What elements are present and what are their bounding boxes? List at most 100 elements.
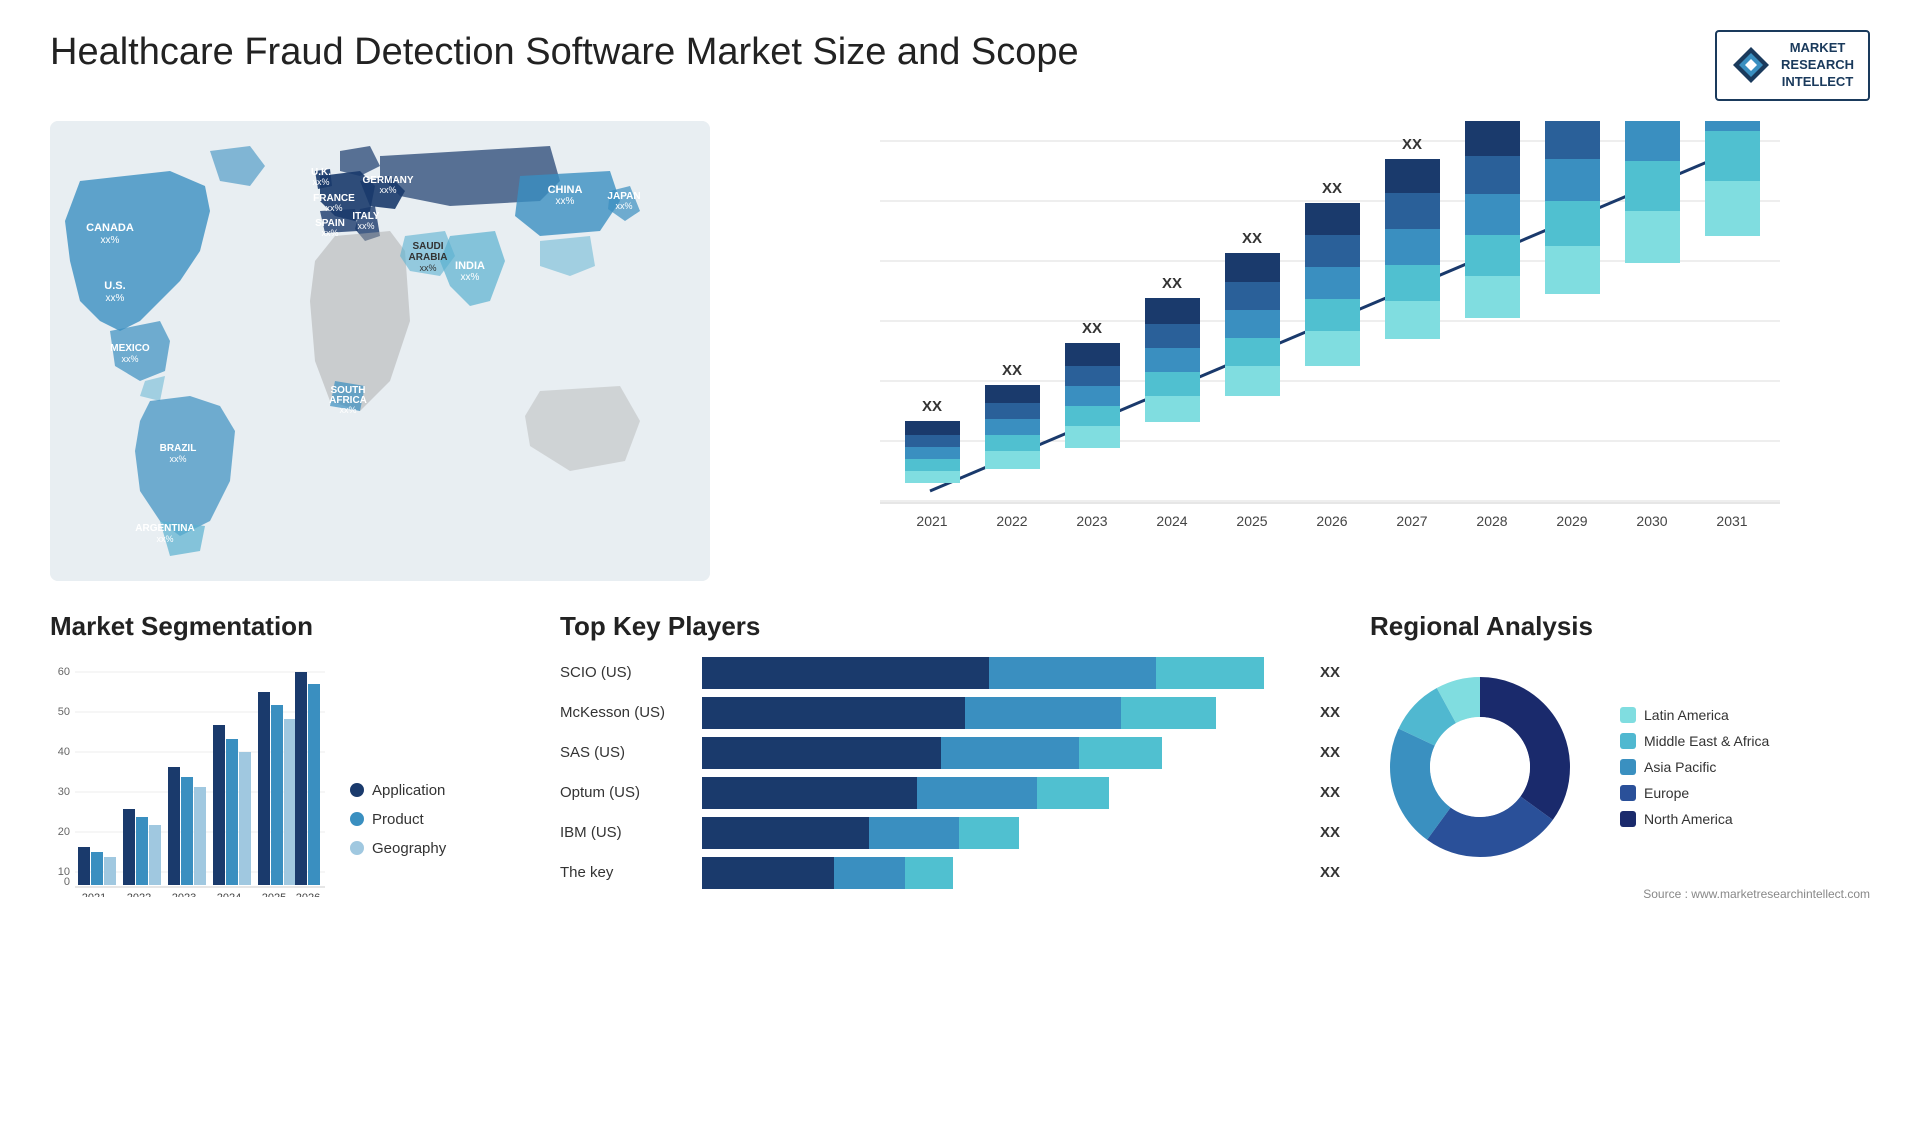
world-map-svg: CANADA xx% U.S. xx% MEXICO xx% BRAZIL xx… (50, 121, 710, 581)
svg-text:CANADA: CANADA (86, 222, 134, 234)
svg-text:2026: 2026 (296, 892, 320, 897)
legend-dot-application (350, 783, 364, 797)
player-bar-mckesson (702, 697, 1300, 729)
svg-text:2027: 2027 (1396, 513, 1427, 529)
svg-text:ARGENTINA: ARGENTINA (135, 523, 194, 534)
regional-color-na (1620, 811, 1636, 827)
svg-text:xx%: xx% (357, 221, 374, 231)
player-bar-thekey (702, 857, 1300, 889)
regional-legend-mea: Middle East & Africa (1620, 733, 1769, 749)
regional-color-asia (1620, 759, 1636, 775)
svg-text:xx%: xx% (101, 235, 120, 246)
svg-text:INDIA: INDIA (455, 260, 485, 272)
legend-label-product: Product (372, 811, 424, 828)
svg-text:2028: 2028 (1476, 513, 1507, 529)
regional-legend-europe: Europe (1620, 785, 1769, 801)
svg-text:2025: 2025 (262, 892, 286, 897)
svg-text:2024: 2024 (217, 892, 241, 897)
map-section: CANADA xx% U.S. xx% MEXICO xx% BRAZIL xx… (50, 121, 710, 591)
svg-text:CHINA: CHINA (548, 184, 583, 196)
legend-item-application: Application (350, 782, 446, 799)
header: Healthcare Fraud Detection Software Mark… (50, 30, 1870, 101)
regional-color-latin (1620, 707, 1636, 723)
regional-label-latin: Latin America (1644, 707, 1729, 723)
svg-text:30: 30 (58, 786, 70, 798)
regional-label-na: North America (1644, 811, 1733, 827)
svg-text:MEXICO: MEXICO (110, 343, 150, 354)
svg-text:XX: XX (1242, 230, 1262, 247)
map-container: CANADA xx% U.S. xx% MEXICO xx% BRAZIL xx… (50, 121, 710, 581)
players-title: Top Key Players (560, 611, 1340, 642)
player-name-ibm: IBM (US) (560, 824, 690, 841)
regional-label-europe: Europe (1644, 785, 1689, 801)
svg-text:XX: XX (922, 398, 942, 415)
regional-label-asia: Asia Pacific (1644, 759, 1716, 775)
svg-text:xx%: xx% (325, 203, 342, 213)
legend-item-geography: Geography (350, 840, 446, 857)
svg-text:2022: 2022 (996, 513, 1027, 529)
player-row-mckesson: McKesson (US) XX (560, 697, 1340, 729)
trend-chart-svg: XX XX XX (780, 121, 1870, 581)
regional-color-mea (1620, 733, 1636, 749)
regional-legend-na: North America (1620, 811, 1769, 827)
player-row-thekey: The key XX (560, 857, 1340, 889)
logo-text: MARKET RESEARCH INTELLECT (1781, 40, 1854, 91)
svg-text:2021: 2021 (916, 513, 947, 529)
svg-text:2026: 2026 (1316, 513, 1347, 529)
chart-section: XX XX XX (750, 121, 1870, 591)
legend-dot-geography (350, 841, 364, 855)
player-bar-sas (702, 737, 1300, 769)
svg-text:XX: XX (1162, 275, 1182, 292)
svg-text:xx%: xx% (169, 454, 186, 464)
legend-item-product: Product (350, 811, 446, 828)
svg-text:50: 50 (58, 706, 70, 718)
svg-text:40: 40 (58, 746, 70, 758)
regional-section: Regional Analysis (1370, 611, 1870, 901)
logo-icon (1731, 45, 1771, 85)
svg-text:xx%: xx% (419, 263, 436, 273)
player-xx-sas: XX (1320, 744, 1340, 761)
svg-text:BRAZIL: BRAZIL (160, 443, 197, 454)
svg-text:2023: 2023 (1076, 513, 1107, 529)
player-row-ibm: IBM (US) XX (560, 817, 1340, 849)
svg-text:xx%: xx% (321, 228, 338, 238)
player-xx-optum: XX (1320, 784, 1340, 801)
player-name-scio: SCIO (US) (560, 664, 690, 681)
donut-chart-svg (1370, 657, 1590, 877)
svg-text:xx%: xx% (106, 293, 125, 304)
svg-text:XX: XX (1082, 320, 1102, 337)
regional-label-mea: Middle East & Africa (1644, 733, 1769, 749)
player-xx-thekey: XX (1320, 864, 1340, 881)
regional-legend-asia: Asia Pacific (1620, 759, 1769, 775)
player-name-thekey: The key (560, 864, 690, 881)
page-container: Healthcare Fraud Detection Software Mark… (0, 0, 1920, 1146)
segmentation-legend: Application Product Geography (350, 782, 446, 897)
player-row-sas: SAS (US) XX (560, 737, 1340, 769)
svg-text:2029: 2029 (1556, 513, 1587, 529)
svg-text:XX: XX (1402, 136, 1422, 153)
svg-text:xx%: xx% (312, 177, 329, 187)
svg-text:0: 0 (64, 876, 70, 888)
svg-text:xx%: xx% (461, 272, 480, 283)
svg-text:2030: 2030 (1636, 513, 1667, 529)
source-text: Source : www.marketresearchintellect.com (1370, 887, 1870, 901)
player-bar-scio (702, 657, 1300, 689)
svg-text:2021: 2021 (82, 892, 106, 897)
player-name-sas: SAS (US) (560, 744, 690, 761)
segmentation-title: Market Segmentation (50, 611, 530, 642)
player-name-optum: Optum (US) (560, 784, 690, 801)
player-xx-mckesson: XX (1320, 704, 1340, 721)
svg-text:XX: XX (1002, 362, 1022, 379)
logo: MARKET RESEARCH INTELLECT (1715, 30, 1870, 101)
segmentation-section: Market Segmentation 60 50 40 30 20 10 0 (50, 611, 530, 901)
svg-text:2024: 2024 (1156, 513, 1187, 529)
svg-text:60: 60 (58, 666, 70, 678)
svg-text:20: 20 (58, 826, 70, 838)
regional-legend-latin: Latin America (1620, 707, 1769, 723)
players-section: Top Key Players SCIO (US) XX McKesson (U… (560, 611, 1340, 901)
svg-text:xx%: xx% (121, 354, 138, 364)
svg-text:xx%: xx% (339, 405, 356, 415)
svg-text:xx%: xx% (156, 534, 173, 544)
player-xx-scio: XX (1320, 664, 1340, 681)
player-bar-optum (702, 777, 1300, 809)
